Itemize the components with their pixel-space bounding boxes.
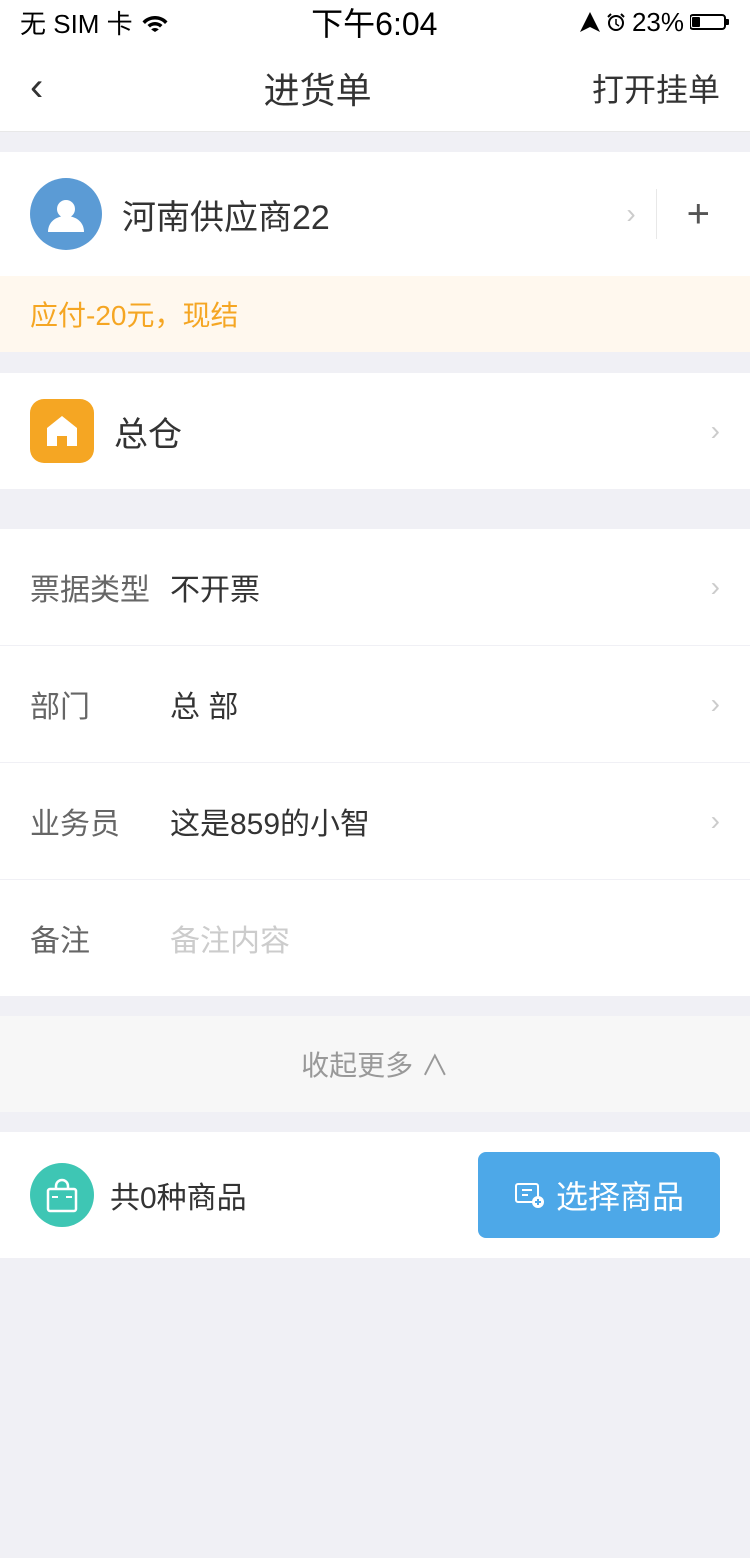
department-value: 总 部 [170,682,711,726]
supplier-alert: 应付-20元，现结 [0,276,750,352]
select-product-icon [514,1180,544,1210]
product-icon [30,1163,94,1227]
select-product-label: 选择商品 [556,1172,684,1218]
salesperson-value: 这是859的小智 [170,799,711,843]
location-icon [580,12,600,32]
salesperson-label: 业务员 [30,799,170,843]
supplier-name: 河南供应商22 [122,190,626,239]
shopping-bag-icon [44,1177,80,1213]
open-pending-button[interactable]: 打开挂单 [592,65,720,111]
salesperson-row[interactable]: 业务员 这是859的小智 › [0,763,750,880]
battery-icon [690,12,730,32]
nav-bar: ‹ 进货单 打开挂单 [0,44,750,132]
salesperson-chevron: › [711,805,720,837]
alarm-icon [606,12,626,32]
department-chevron: › [711,688,720,720]
product-count-text: 共0种商品 [110,1173,247,1217]
status-bar: 无 SIM 卡 下午6:04 23% [0,0,750,44]
collapse-label: 收起更多 ∧ [301,1050,449,1081]
alert-text: 应付-20元，现结 [30,300,238,331]
status-time: 下午6:04 [311,0,437,45]
supplier-section: 河南供应商22 › + 应付-20元，现结 [0,152,750,352]
invoice-type-chevron: › [711,571,720,603]
status-right: 23% [580,7,730,38]
house-icon [43,412,81,450]
battery-percent: 23% [632,7,684,38]
signal-text: 无 SIM 卡 [20,4,133,41]
supplier-chevron: › [626,198,635,230]
form-section: 票据类型 不开票 › 部门 总 部 › 业务员 这是859的小智 › 备注 备注… [0,529,750,996]
back-button[interactable]: ‹ [30,65,43,110]
department-row[interactable]: 部门 总 部 › [0,646,750,763]
section-gap-3 [0,489,750,509]
select-product-button[interactable]: 选择商品 [478,1152,720,1238]
department-label: 部门 [30,682,170,726]
add-supplier-button[interactable]: + [677,182,720,247]
page-title: 进货单 [264,62,372,114]
supplier-row[interactable]: 河南供应商22 › + [0,152,750,276]
section-gap-2 [0,352,750,372]
supplier-avatar [30,178,102,250]
warehouse-chevron: › [711,415,720,447]
remark-label: 备注 [30,916,170,960]
wifi-icon [141,12,169,32]
section-gap-1 [0,132,750,152]
user-icon [44,192,88,236]
warehouse-row[interactable]: 总仓 › [0,372,750,489]
product-count-area: 共0种商品 [30,1163,247,1227]
invoice-type-row[interactable]: 票据类型 不开票 › [0,529,750,646]
invoice-type-label: 票据类型 [30,565,170,609]
invoice-type-value: 不开票 [170,565,711,609]
warehouse-section: 总仓 › [0,372,750,489]
warehouse-icon [30,399,94,463]
remark-row[interactable]: 备注 备注内容 [0,880,750,996]
remark-input[interactable]: 备注内容 [170,916,720,960]
collapse-row[interactable]: 收起更多 ∧ [0,1016,750,1112]
warehouse-name: 总仓 [114,407,711,456]
status-left: 无 SIM 卡 [20,4,169,41]
bottom-bar: 共0种商品 选择商品 [0,1132,750,1258]
page-rest [0,1258,750,1558]
supplier-divider [656,189,657,239]
